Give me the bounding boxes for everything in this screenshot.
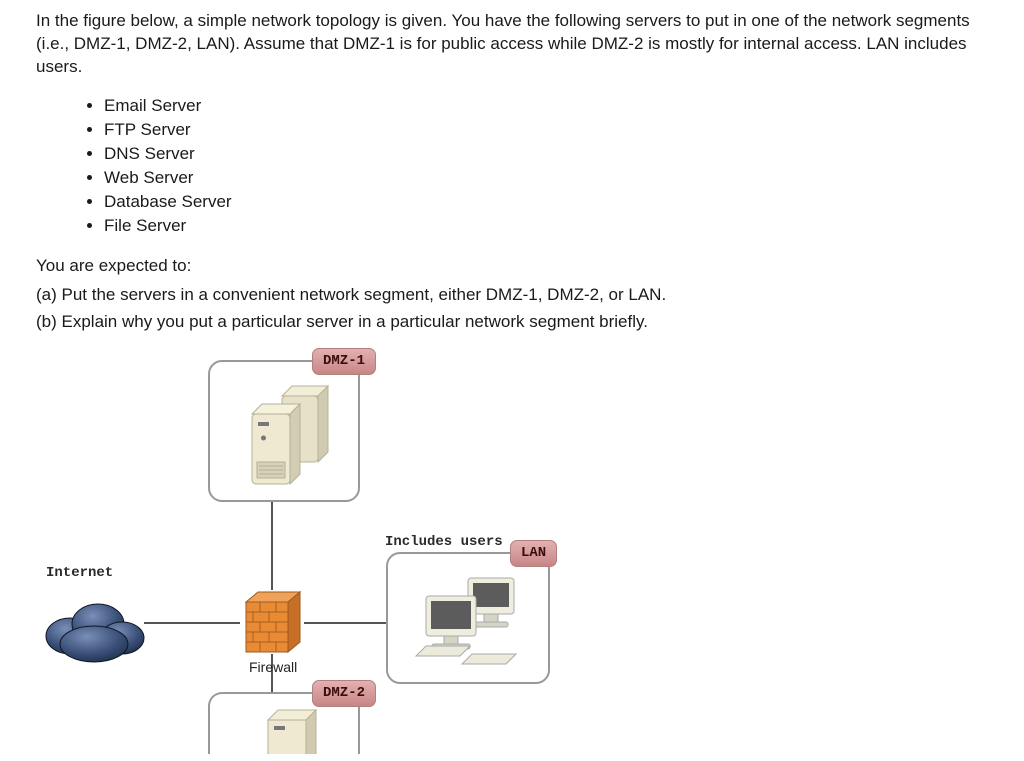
- lan-zone: [386, 552, 550, 684]
- server-item: Web Server: [104, 167, 988, 190]
- includes-users-label: Includes users: [385, 533, 503, 552]
- internet-label: Internet: [46, 564, 113, 583]
- firewall-label: Firewall: [249, 658, 297, 677]
- cloud-icon: [36, 588, 154, 668]
- lan-label: LAN: [510, 540, 557, 567]
- server-item: DNS Server: [104, 143, 988, 166]
- internet-cloud: [36, 588, 154, 668]
- server-item: FTP Server: [104, 119, 988, 142]
- task-b: (b) Explain why you put a particular ser…: [36, 311, 988, 334]
- dmz2-label: DMZ-2: [312, 680, 376, 707]
- task-a: (a) Put the servers in a convenient netw…: [36, 284, 988, 307]
- network-diagram: DMZ-1: [36, 340, 596, 710]
- server-item: File Server: [104, 215, 988, 238]
- intro-text: In the figure below, a simple network to…: [36, 10, 988, 79]
- expected-intro: You are expected to:: [36, 255, 988, 278]
- server-pair-icon: [210, 362, 358, 500]
- server-list: Email Server FTP Server DNS Server Web S…: [36, 95, 988, 238]
- dmz1-zone: [208, 360, 360, 502]
- dmz1-label: DMZ-1: [312, 348, 376, 375]
- computers-icon: [388, 554, 548, 682]
- server-item: Email Server: [104, 95, 988, 118]
- firewall: [242, 590, 304, 656]
- server-item: Database Server: [104, 191, 988, 214]
- firewall-icon: [242, 590, 304, 656]
